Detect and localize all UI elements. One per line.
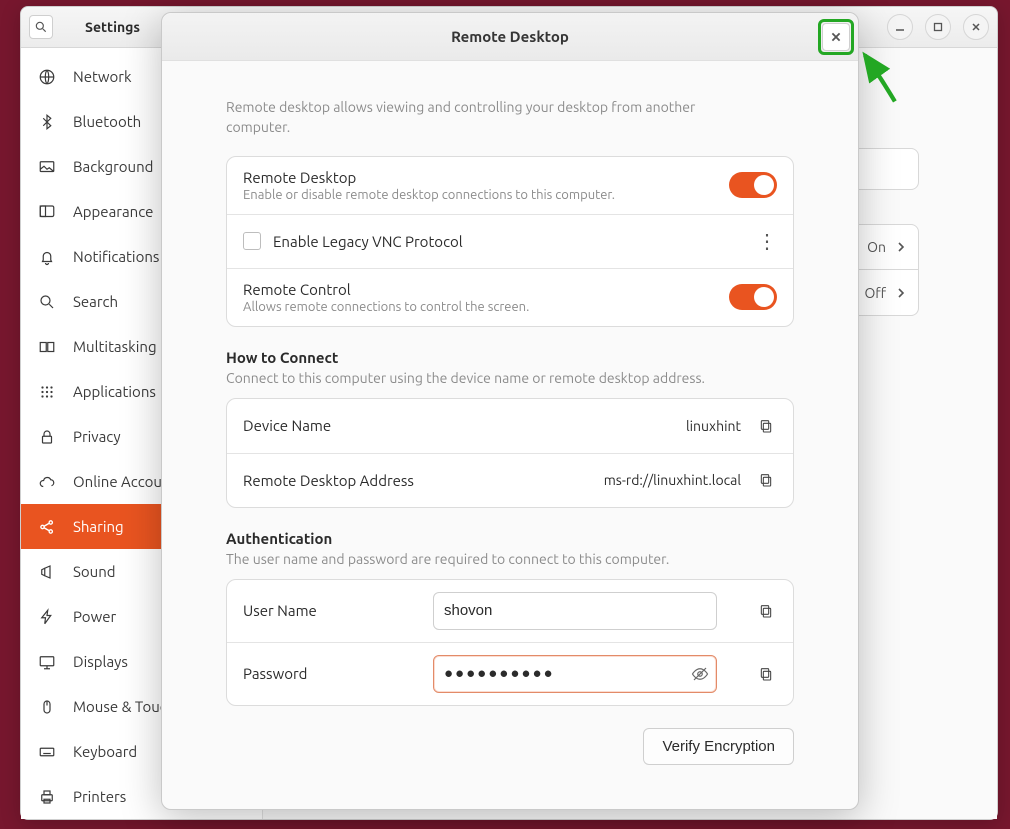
remote-settings-group: Remote Desktop Enable or disable remote …: [226, 156, 794, 327]
printers-icon: [37, 787, 57, 807]
lock-icon: [37, 427, 57, 447]
authentication-group: User Name Password: [226, 579, 794, 706]
search-icon: [37, 292, 57, 312]
sidebar-item-label: Privacy: [73, 428, 121, 445]
dialog-close-button[interactable]: [822, 23, 850, 51]
remote-address-value: ms-rd://linuxhint.local: [604, 472, 741, 488]
device-name-row: Device Name linuxhint: [227, 399, 793, 453]
device-name-value: linuxhint: [686, 418, 741, 434]
password-label: Password: [243, 665, 433, 682]
sidebar-item-label: Bluetooth: [73, 113, 141, 130]
row-title: Remote Desktop: [243, 169, 729, 186]
username-label: User Name: [243, 602, 433, 619]
remote-control-toggle[interactable]: [729, 284, 777, 310]
remote-control-row: Remote Control Allows remote connections…: [227, 268, 793, 326]
background-icon: [37, 157, 57, 177]
verify-encryption-button[interactable]: Verify Encryption: [643, 728, 794, 765]
authentication-title: Authentication: [226, 530, 794, 547]
appearance-icon: [37, 202, 57, 222]
dialog-header: Remote Desktop: [162, 13, 858, 61]
password-row: Password: [227, 642, 793, 705]
dialog-body: Remote desktop allows viewing and contro…: [162, 61, 858, 809]
window-minimize-button[interactable]: [887, 14, 913, 40]
sidebar-item-label: Sharing: [73, 518, 124, 535]
copy-device-name-button[interactable]: [755, 415, 777, 437]
window-maximize-button[interactable]: [925, 14, 951, 40]
remote-address-label: Remote Desktop Address: [243, 472, 604, 489]
sidebar-item-label: Background: [73, 158, 153, 175]
dialog-intro-text: Remote desktop allows viewing and contro…: [226, 97, 746, 138]
copy-username-button[interactable]: [755, 600, 777, 622]
remote-desktop-row: Remote Desktop Enable or disable remote …: [227, 157, 793, 214]
displays-icon: [37, 652, 57, 672]
share-icon: [37, 517, 57, 537]
apps-icon: [37, 382, 57, 402]
globe-icon: [37, 67, 57, 87]
chevron-right-icon: [896, 242, 906, 252]
sidebar-item-label: Search: [73, 293, 118, 310]
sidebar-item-label: Network: [73, 68, 132, 85]
connection-info-group: Device Name linuxhint Remote Desktop Add…: [226, 398, 794, 508]
close-icon: [971, 22, 981, 32]
bluetooth-icon: [37, 112, 57, 132]
sidebar-item-label: Sound: [73, 563, 116, 580]
username-input[interactable]: [433, 592, 717, 630]
vnc-row: Enable Legacy VNC Protocol ⋮: [227, 214, 793, 268]
remote-address-row: Remote Desktop Address ms-rd://linuxhint…: [227, 453, 793, 507]
password-input[interactable]: [433, 655, 717, 693]
sidebar-item-label: Notifications: [73, 248, 159, 265]
row-state: On: [867, 239, 886, 255]
username-row: User Name: [227, 580, 793, 642]
sidebar-item-label: Applications: [73, 383, 156, 400]
magnifier-icon: [34, 20, 48, 34]
dialog-title: Remote Desktop: [451, 28, 569, 45]
eye-off-icon: [691, 665, 709, 683]
device-name-label: Device Name: [243, 417, 686, 434]
how-to-connect-sub: Connect to this computer using the devic…: [226, 370, 794, 386]
toggle-password-visibility-button[interactable]: [691, 665, 709, 683]
sidebar-item-label: Appearance: [73, 203, 153, 220]
copy-icon: [758, 418, 774, 434]
how-to-connect-title: How to Connect: [226, 349, 794, 366]
search-button[interactable]: [29, 15, 53, 39]
sidebar-item-label: Displays: [73, 653, 128, 670]
remote-desktop-dialog: Remote Desktop Remote desktop allows vie…: [161, 12, 859, 810]
close-icon: [830, 31, 842, 43]
cloud-icon: [37, 472, 57, 492]
mouse-icon: [37, 697, 57, 717]
sidebar-item-label: Printers: [73, 788, 126, 805]
power-icon: [37, 607, 57, 627]
row-state: Off: [864, 285, 886, 301]
bell-icon: [37, 247, 57, 267]
settings-title: Settings: [59, 19, 160, 35]
maximize-icon: [933, 22, 943, 32]
sidebar-item-label: Power: [73, 608, 116, 625]
authentication-sub: The user name and password are required …: [226, 551, 794, 567]
vnc-label: Enable Legacy VNC Protocol: [273, 233, 757, 250]
sidebar-item-label: Multitasking: [73, 338, 157, 355]
sound-icon: [37, 562, 57, 582]
copy-password-button[interactable]: [755, 663, 777, 685]
window-close-button[interactable]: [963, 14, 989, 40]
row-title: Remote Control: [243, 281, 729, 298]
keyboard-icon: [37, 742, 57, 762]
row-subtitle: Enable or disable remote desktop connect…: [243, 188, 729, 202]
remote-desktop-toggle[interactable]: [729, 172, 777, 198]
row-subtitle: Allows remote connections to control the…: [243, 300, 729, 314]
vnc-checkbox[interactable]: [243, 232, 261, 250]
copy-icon: [758, 472, 774, 488]
copy-icon: [758, 666, 774, 682]
chevron-right-icon: [896, 288, 906, 298]
minimize-icon: [895, 22, 905, 32]
sidebar-item-label: Keyboard: [73, 743, 137, 760]
copy-address-button[interactable]: [755, 469, 777, 491]
copy-icon: [758, 603, 774, 619]
multitask-icon: [37, 337, 57, 357]
